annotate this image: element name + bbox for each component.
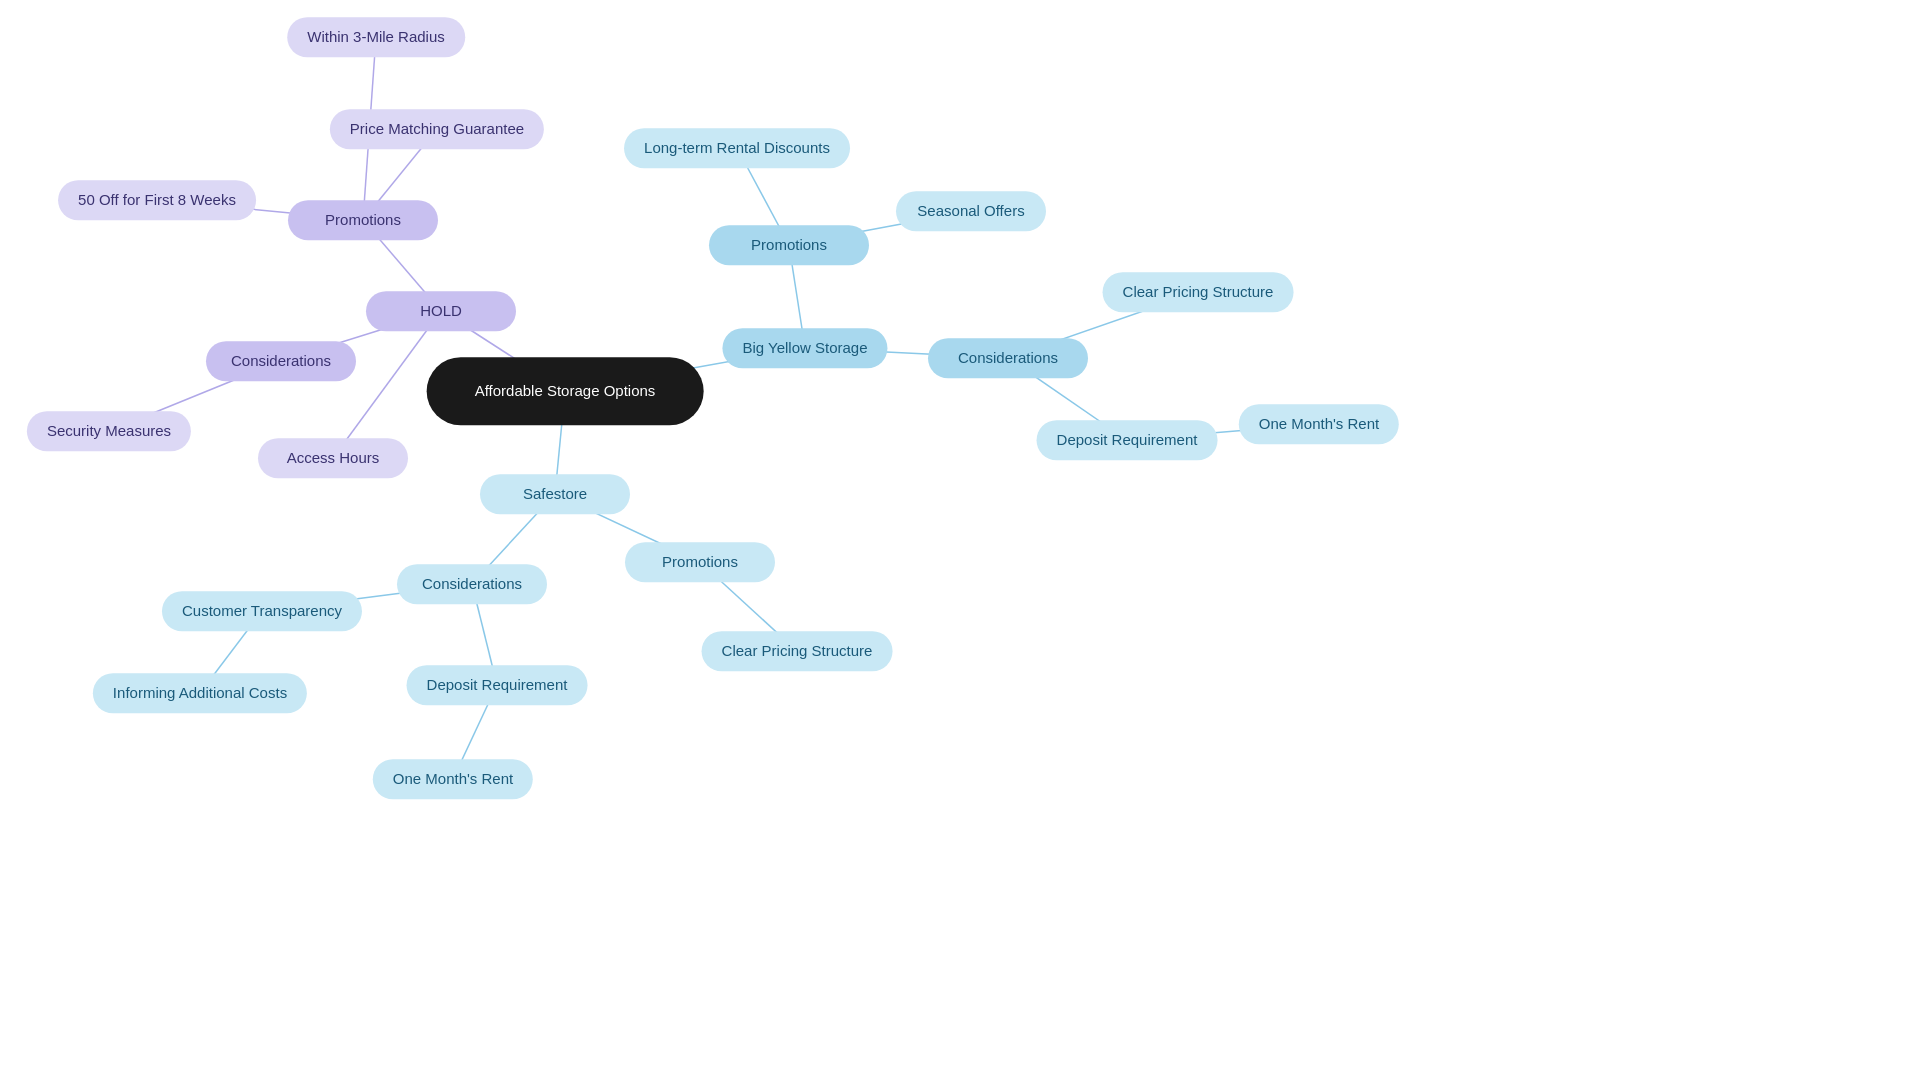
node-label-hold_access_hours: Access Hours	[267, 438, 400, 478]
connections-svg	[0, 0, 1920, 1083]
node-label-hold_within3: Within 3-Mile Radius	[287, 17, 465, 57]
node-hold_price_matching[interactable]: Price Matching Guarantee	[330, 109, 544, 149]
node-safestore_considerations[interactable]: Considerations	[397, 564, 547, 604]
node-label-hold_price_matching: Price Matching Guarantee	[330, 109, 544, 149]
node-label-safestore_informing: Informing Additional Costs	[93, 673, 307, 713]
node-label-bigyellow_deposit: Deposit Requirement	[1037, 420, 1218, 460]
node-label-safestore_clear_pricing: Clear Pricing Structure	[702, 631, 893, 671]
node-hold[interactable]: HOLD	[366, 291, 516, 331]
node-label-safestore_customer_transparency: Customer Transparency	[162, 591, 362, 631]
svg-line-5	[333, 311, 441, 458]
node-label-hold_security: Security Measures	[27, 411, 191, 451]
mindmap-container: Affordable Storage Options HOLD Promotions…	[0, 0, 1920, 1083]
node-bigyellow[interactable]: Big Yellow Storage	[722, 328, 887, 368]
node-safestore_informing[interactable]: Informing Additional Costs	[93, 673, 307, 713]
node-safestore_customer_transparency[interactable]: Customer Transparency	[162, 591, 362, 631]
node-label-bigyellow_longterm: Long-term Rental Discounts	[624, 128, 850, 168]
node-hold_access_hours[interactable]: Access Hours	[258, 438, 408, 478]
node-label-bigyellow: Big Yellow Storage	[722, 328, 887, 368]
node-safestore_onemonth[interactable]: One Month's Rent	[373, 759, 533, 799]
node-hold_considerations[interactable]: Considerations	[206, 341, 356, 381]
node-bigyellow_clear_pricing[interactable]: Clear Pricing Structure	[1103, 272, 1294, 312]
node-label-bigyellow_clear_pricing: Clear Pricing Structure	[1103, 272, 1294, 312]
node-bigyellow_promotions[interactable]: Promotions	[709, 225, 869, 265]
node-bigyellow_considerations[interactable]: Considerations	[928, 338, 1088, 378]
node-label-center: Affordable Storage Options	[455, 371, 676, 411]
node-bigyellow_deposit[interactable]: Deposit Requirement	[1037, 420, 1218, 460]
node-label-hold: HOLD	[400, 291, 482, 331]
node-hold_50off[interactable]: 50 Off for First 8 Weeks	[58, 180, 256, 220]
node-label-hold_50off: 50 Off for First 8 Weeks	[58, 180, 256, 220]
node-safestore_promotions[interactable]: Promotions	[625, 542, 775, 582]
node-bigyellow_seasonal[interactable]: Seasonal Offers	[896, 191, 1046, 231]
node-label-hold_promotions: Promotions	[305, 200, 421, 240]
node-center[interactable]: Affordable Storage Options	[427, 357, 704, 425]
node-label-bigyellow_onemonth: One Month's Rent	[1239, 404, 1399, 444]
node-label-safestore_promotions: Promotions	[642, 542, 758, 582]
node-label-bigyellow_considerations: Considerations	[938, 338, 1078, 378]
node-label-safestore: Safestore	[503, 474, 607, 514]
node-hold_security[interactable]: Security Measures	[27, 411, 191, 451]
node-label-bigyellow_promotions: Promotions	[731, 225, 847, 265]
node-safestore[interactable]: Safestore	[480, 474, 630, 514]
node-bigyellow_onemonth[interactable]: One Month's Rent	[1239, 404, 1399, 444]
node-label-safestore_onemonth: One Month's Rent	[373, 759, 533, 799]
node-safestore_clear_pricing[interactable]: Clear Pricing Structure	[702, 631, 893, 671]
node-bigyellow_longterm[interactable]: Long-term Rental Discounts	[624, 128, 850, 168]
node-label-bigyellow_seasonal: Seasonal Offers	[897, 191, 1044, 231]
node-label-hold_considerations: Considerations	[211, 341, 351, 381]
node-safestore_deposit[interactable]: Deposit Requirement	[407, 665, 588, 705]
node-hold_promotions[interactable]: Promotions	[288, 200, 438, 240]
node-label-safestore_deposit: Deposit Requirement	[407, 665, 588, 705]
node-label-safestore_considerations: Considerations	[402, 564, 542, 604]
node-hold_within3[interactable]: Within 3-Mile Radius	[287, 17, 465, 57]
